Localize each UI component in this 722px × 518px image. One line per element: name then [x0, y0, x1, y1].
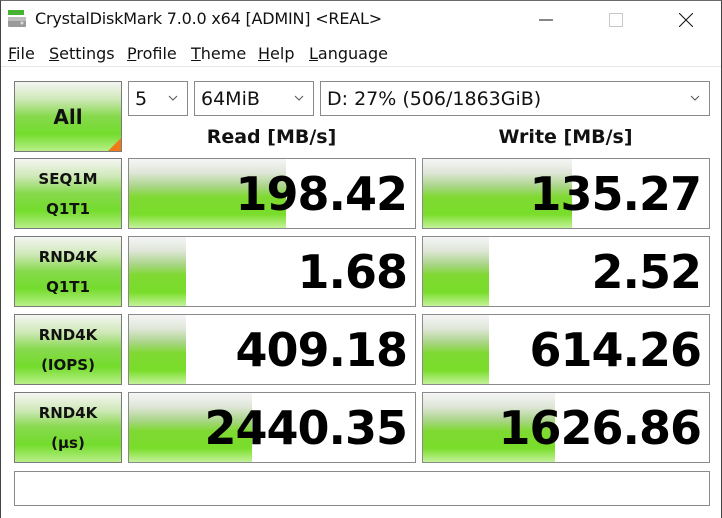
test-label-line2: Q1T1	[46, 277, 90, 296]
read-value: 2440.35	[204, 401, 408, 455]
maximize-button[interactable]	[593, 1, 639, 39]
test-button-rnd4k-q1t1[interactable]: RND4K Q1T1	[14, 236, 122, 307]
write-value: 1626.86	[498, 401, 702, 455]
menu-settings[interactable]: Settings	[49, 44, 115, 63]
write-value: 2.52	[591, 245, 702, 299]
drive-value: D: 27% (506/1863GiB)	[327, 87, 542, 110]
read-value: 1.68	[297, 245, 408, 299]
menu-help[interactable]: Help	[258, 44, 294, 63]
minimize-button[interactable]	[523, 1, 569, 39]
test-label-line1: RND4K	[38, 403, 98, 422]
write-header: Write [MB/s]	[498, 126, 633, 148]
chevron-down-icon	[690, 95, 700, 101]
comment-input[interactable]	[14, 471, 710, 506]
menu-theme[interactable]: Theme	[191, 44, 246, 63]
read-result-cell: 2440.35	[128, 392, 416, 463]
test-count-value: 5	[135, 87, 148, 110]
test-button-seq1m-q1t1[interactable]: SEQ1M Q1T1	[14, 158, 122, 229]
read-result-cell: 198.42	[128, 158, 416, 229]
test-label-line2: Q1T1	[46, 199, 90, 218]
write-bar	[423, 315, 489, 384]
write-result-cell: 135.27	[422, 158, 710, 229]
read-value: 198.42	[235, 167, 408, 221]
read-header: Read [MB/s]	[206, 126, 337, 148]
write-result-cell: 614.26	[422, 314, 710, 385]
test-count-select[interactable]: 5	[128, 81, 188, 116]
close-button[interactable]	[663, 1, 709, 39]
write-value: 135.27	[529, 167, 702, 221]
test-label-line2: (IOPS)	[41, 355, 95, 374]
title-bar: CrystalDiskMark 7.0.0 x64 [ADMIN] <REAL>	[1, 1, 721, 39]
minimize-icon	[539, 19, 553, 21]
chevron-down-icon	[168, 95, 178, 101]
write-bar	[423, 237, 489, 306]
test-size-value: 64MiB	[201, 87, 260, 110]
read-bar	[129, 237, 187, 306]
test-label-line1: RND4K	[38, 247, 98, 266]
test-button-rnd4k-iops[interactable]: RND4K (IOPS)	[14, 314, 122, 385]
maximize-icon	[609, 13, 623, 27]
read-result-cell: 409.18	[128, 314, 416, 385]
chevron-down-icon	[294, 95, 304, 101]
read-bar	[129, 315, 187, 384]
read-result-cell: 1.68	[128, 236, 416, 307]
close-icon	[679, 13, 693, 27]
write-value: 614.26	[529, 323, 702, 377]
read-value: 409.18	[235, 323, 408, 377]
run-all-label: All	[53, 104, 83, 129]
drive-select[interactable]: D: 27% (506/1863GiB)	[320, 81, 710, 116]
write-result-cell: 1626.86	[422, 392, 710, 463]
corner-marker-icon	[108, 138, 121, 151]
run-all-button[interactable]: All	[14, 81, 122, 152]
menu-language[interactable]: Language	[309, 44, 388, 63]
window-title: CrystalDiskMark 7.0.0 x64 [ADMIN] <REAL>	[35, 9, 382, 28]
test-label-line1: SEQ1M	[38, 169, 98, 188]
main-panel: All 5 64MiB D: 27% (506/1863GiB) Read [M…	[1, 68, 721, 518]
menu-bar: File Settings Profile Theme Help Languag…	[1, 39, 721, 67]
test-label-line2: (µs)	[51, 433, 85, 452]
menu-file[interactable]: File	[8, 44, 35, 63]
write-result-cell: 2.52	[422, 236, 710, 307]
menu-profile[interactable]: Profile	[127, 44, 177, 63]
app-disk-icon	[8, 10, 26, 27]
test-label-line1: RND4K	[38, 325, 98, 344]
test-button-rnd4k-latency[interactable]: RND4K (µs)	[14, 392, 122, 463]
app-window: CrystalDiskMark 7.0.0 x64 [ADMIN] <REAL>…	[0, 0, 722, 518]
test-size-select[interactable]: 64MiB	[194, 81, 314, 116]
